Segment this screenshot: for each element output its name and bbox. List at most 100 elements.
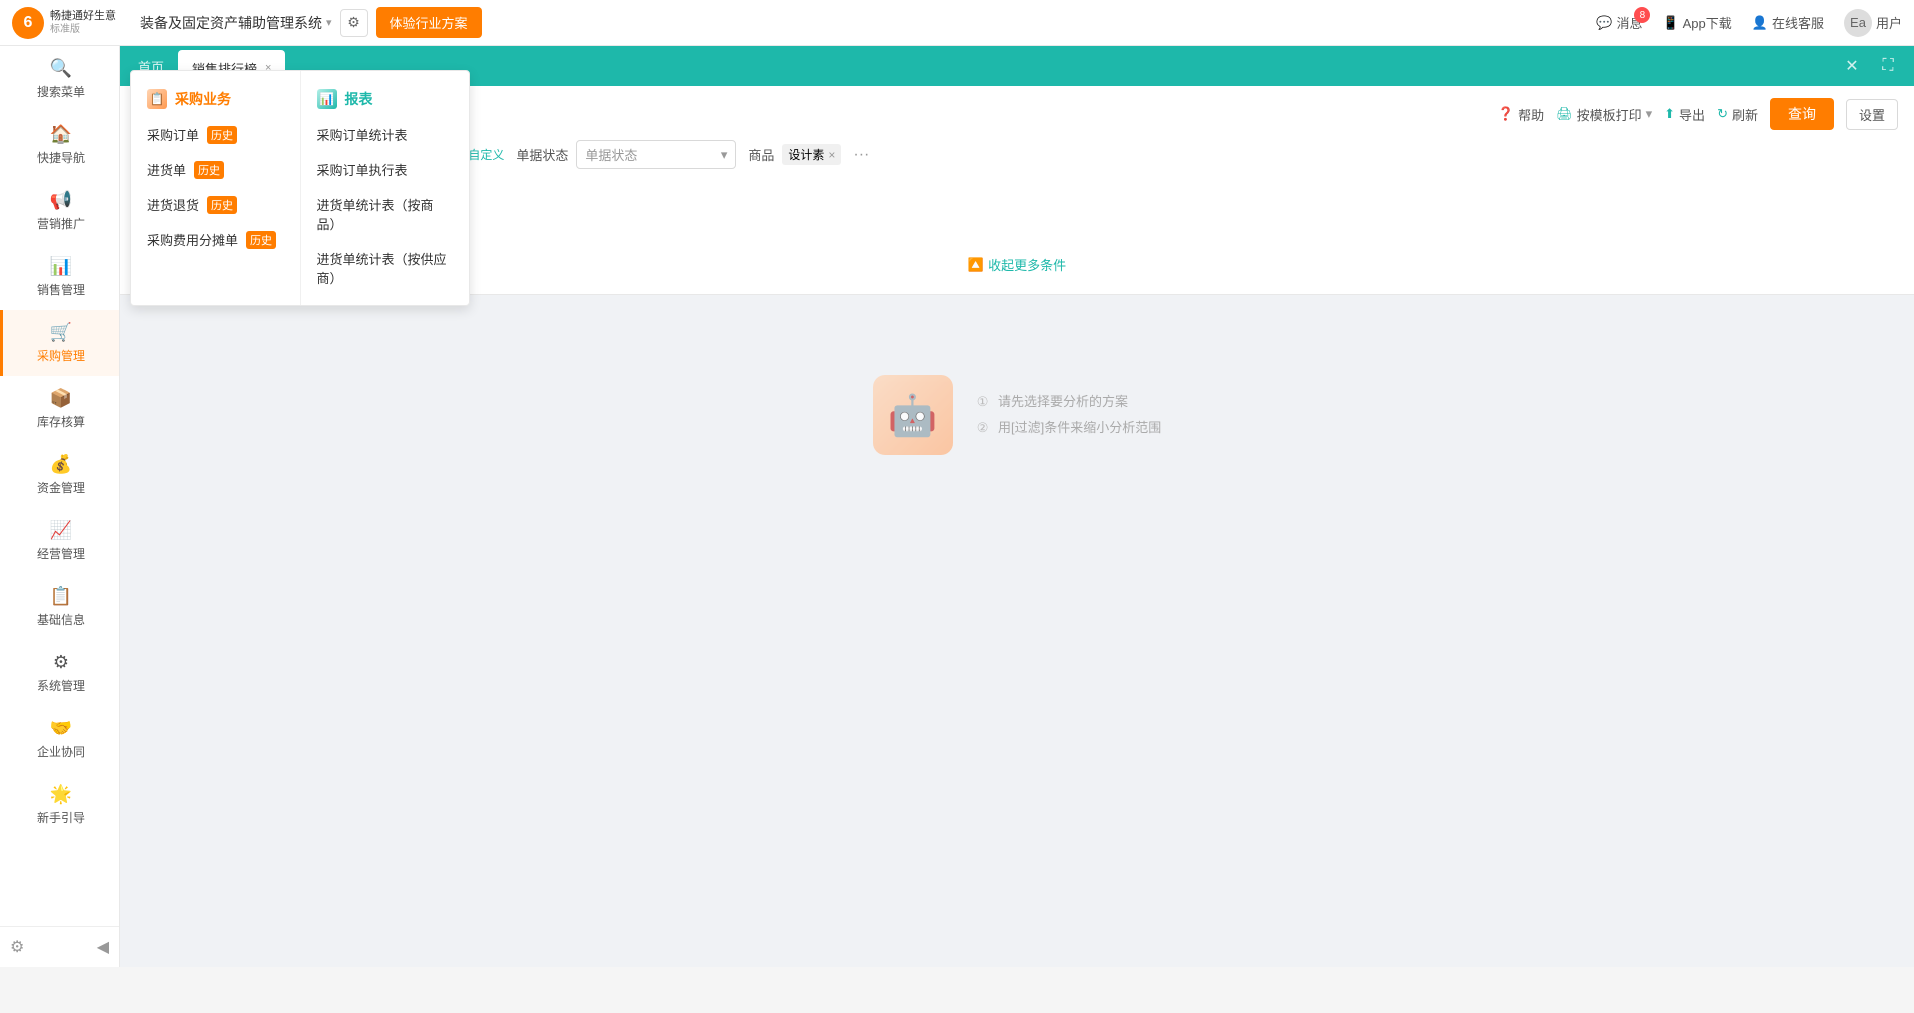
user-area[interactable]: Ea 用户	[1844, 9, 1902, 37]
sidebar-item-label: 采购管理	[37, 347, 85, 364]
sidebar-item-label: 资金管理	[37, 479, 85, 496]
operations-icon: 📈	[50, 520, 72, 541]
sidebar-item-inventory[interactable]: 📦 库存核算	[0, 376, 119, 442]
help-button[interactable]: ❓ 帮助	[1498, 105, 1544, 124]
sidebar-item-label: 企业协同	[37, 743, 85, 760]
sidebar-item-operations[interactable]: 📈 经营管理	[0, 508, 119, 574]
sidebar-settings-button[interactable]: ⚙	[10, 937, 24, 957]
menu-item-purchase-order[interactable]: 采购订单 历史	[131, 117, 300, 152]
logo-icon: 6	[12, 7, 44, 39]
system-icon: ⚙	[53, 652, 69, 673]
system-title: 装备及固定资产辅助管理系统 ▾ ⚙ 体验行业方案	[140, 7, 1596, 38]
app-download-button[interactable]: 📱 App下载	[1662, 13, 1731, 32]
sidebar-item-label: 库存核算	[37, 413, 85, 430]
sidebar-item-quicknav[interactable]: 🏠 快捷导航	[0, 112, 119, 178]
tab-bar-actions: ✕ ⛶	[1838, 52, 1910, 80]
enterprise-icon: 🤝	[50, 718, 72, 739]
top-header: 6 畅捷通好生意 标准版 装备及固定资产辅助管理系统 ▾ ⚙ 体验行业方案 💬 …	[0, 0, 1914, 46]
messages-button[interactable]: 💬 消息 8	[1596, 13, 1642, 32]
purchase-icon: 🛒	[50, 322, 72, 343]
sidebar-item-purchase[interactable]: 🛒 采购管理	[0, 310, 119, 376]
filter-group-goods: 商品 设计素 × ···	[748, 144, 873, 165]
sidebar-item-label: 基础信息	[37, 611, 85, 628]
empty-text: ① 请先选择要分析的方案 ② 用[过滤]条件来缩小分析范围	[977, 389, 1162, 441]
refresh-button[interactable]: ↻ 刷新	[1717, 105, 1758, 124]
menu-item-purchase-receipt[interactable]: 进货单 历史	[131, 152, 300, 187]
industry-button[interactable]: 体验行业方案	[376, 7, 482, 38]
history-badge: 历史	[194, 161, 224, 179]
sidebar-item-marketing[interactable]: 📢 营销推广	[0, 178, 119, 244]
menu-item-receipt-by-supplier[interactable]: 进货单统计表（按供应商）	[301, 241, 470, 295]
dropdown-arrow-icon: ▾	[326, 16, 332, 29]
header-right: 💬 消息 8 📱 App下载 👤 在线客服 Ea 用户	[1596, 9, 1902, 37]
sidebar-item-label: 新手引导	[37, 809, 85, 826]
home-icon: 🏠	[50, 124, 72, 145]
business-header-icon: 📋	[147, 89, 167, 109]
basic-icon: 📋	[50, 586, 72, 607]
sidebar-item-basic[interactable]: 📋 基础信息	[0, 574, 119, 640]
purchase-dropdown-menu: 📋 采购业务 采购订单 历史 进货单 历史 进货退货 历史 采购费用分摊单 历史…	[130, 70, 470, 306]
purchase-business-column: 📋 采购业务 采购订单 历史 进货单 历史 进货退货 历史 采购费用分摊单 历史	[131, 71, 300, 305]
sidebar-collapse-button[interactable]: ◀	[97, 937, 109, 957]
menu-item-receipt-by-goods[interactable]: 进货单统计表（按商品）	[301, 187, 470, 241]
print-button[interactable]: 🖨 按模板打印 ▾	[1556, 105, 1652, 124]
voucher-status-label: 单据状态	[516, 145, 568, 164]
voucher-status-select[interactable]: 单据状态 ▾	[576, 140, 736, 169]
tab-expand-icon[interactable]: ⛶	[1874, 52, 1902, 80]
sidebar-item-guide[interactable]: 🌟 新手引导	[0, 772, 119, 838]
sidebar-item-label: 销售管理	[37, 281, 85, 298]
sidebar-item-search[interactable]: 🔍 搜索菜单	[0, 46, 119, 112]
sidebar-item-system[interactable]: ⚙ 系统管理	[0, 640, 119, 706]
business-header: 📋 采购业务	[131, 81, 300, 117]
menu-item-purchase-return[interactable]: 进货退货 历史	[131, 187, 300, 222]
logo-area: 6 畅捷通好生意 标准版	[12, 7, 132, 39]
inventory-icon: 📦	[50, 388, 72, 409]
help-icon: ❓	[1498, 106, 1514, 122]
online-service-button[interactable]: 👤 在线客服	[1752, 13, 1824, 32]
message-icon: 💬	[1596, 15, 1612, 31]
filter-group-status: 单据状态 单据状态 ▾	[516, 140, 736, 169]
print-dropdown-icon: ▾	[1646, 106, 1653, 122]
select-arrow-icon: ▾	[721, 147, 728, 163]
sidebar-item-label: 经营管理	[37, 545, 85, 562]
sidebar: 🔍 搜索菜单 🏠 快捷导航 📢 营销推广 📊 销售管理 🛒 采购管理 📦 库存核…	[0, 46, 120, 967]
sidebar-item-finance[interactable]: 💰 资金管理	[0, 442, 119, 508]
history-badge: 历史	[207, 196, 237, 214]
reports-header: 📊 报表	[301, 81, 470, 117]
title-dropdown[interactable]: 装备及固定资产辅助管理系统 ▾	[140, 13, 332, 33]
export-icon: ⬆	[1664, 106, 1675, 122]
sidebar-item-sales[interactable]: 📊 销售管理	[0, 244, 119, 310]
settings-small-button[interactable]: 设置	[1846, 99, 1898, 130]
sidebar-item-enterprise[interactable]: 🤝 企业协同	[0, 706, 119, 772]
menu-item-purchase-expense[interactable]: 采购费用分摊单 历史	[131, 222, 300, 257]
menu-item-order-execution[interactable]: 采购订单执行表	[301, 152, 470, 187]
goods-tag[interactable]: 设计素 ×	[782, 144, 841, 165]
print-icon: 🖨	[1556, 106, 1573, 122]
goods-label: 商品	[748, 145, 774, 164]
marketing-icon: 📢	[50, 190, 72, 211]
sidebar-item-label: 搜索菜单	[37, 83, 85, 100]
tab-close-window-icon[interactable]: ✕	[1838, 52, 1866, 80]
phone-icon: 📱	[1662, 15, 1678, 31]
reports-header-icon: 📊	[317, 89, 337, 109]
guide-icon: 🌟	[50, 784, 72, 805]
goods-more-button[interactable]: ···	[849, 146, 873, 164]
query-button[interactable]: 查询	[1770, 98, 1834, 130]
collapse-up-icon: 🔼	[968, 257, 984, 273]
search-icon: 🔍	[50, 58, 72, 79]
finance-icon: 💰	[50, 454, 72, 475]
shortcut-custom[interactable]: 自定义	[468, 146, 504, 163]
goods-tag-remove-icon[interactable]: ×	[828, 148, 835, 162]
gear-icon: ⚙	[347, 14, 360, 31]
logo-text: 畅捷通好生意 标准版	[50, 9, 116, 36]
menu-item-order-stats[interactable]: 采购订单统计表	[301, 117, 470, 152]
empty-illustration: 🤖	[873, 375, 953, 455]
header-settings-button[interactable]: ⚙	[340, 9, 368, 37]
avatar: Ea	[1844, 9, 1872, 37]
status-value: 单据状态	[585, 145, 637, 164]
service-icon: 👤	[1752, 15, 1768, 31]
export-button[interactable]: ⬆ 导出	[1664, 105, 1705, 124]
sales-icon: 📊	[50, 256, 72, 277]
sidebar-item-label: 快捷导航	[37, 149, 85, 166]
empty-state: 🤖 ① 请先选择要分析的方案 ② 用[过滤]条件来缩小分析范围	[120, 295, 1914, 535]
